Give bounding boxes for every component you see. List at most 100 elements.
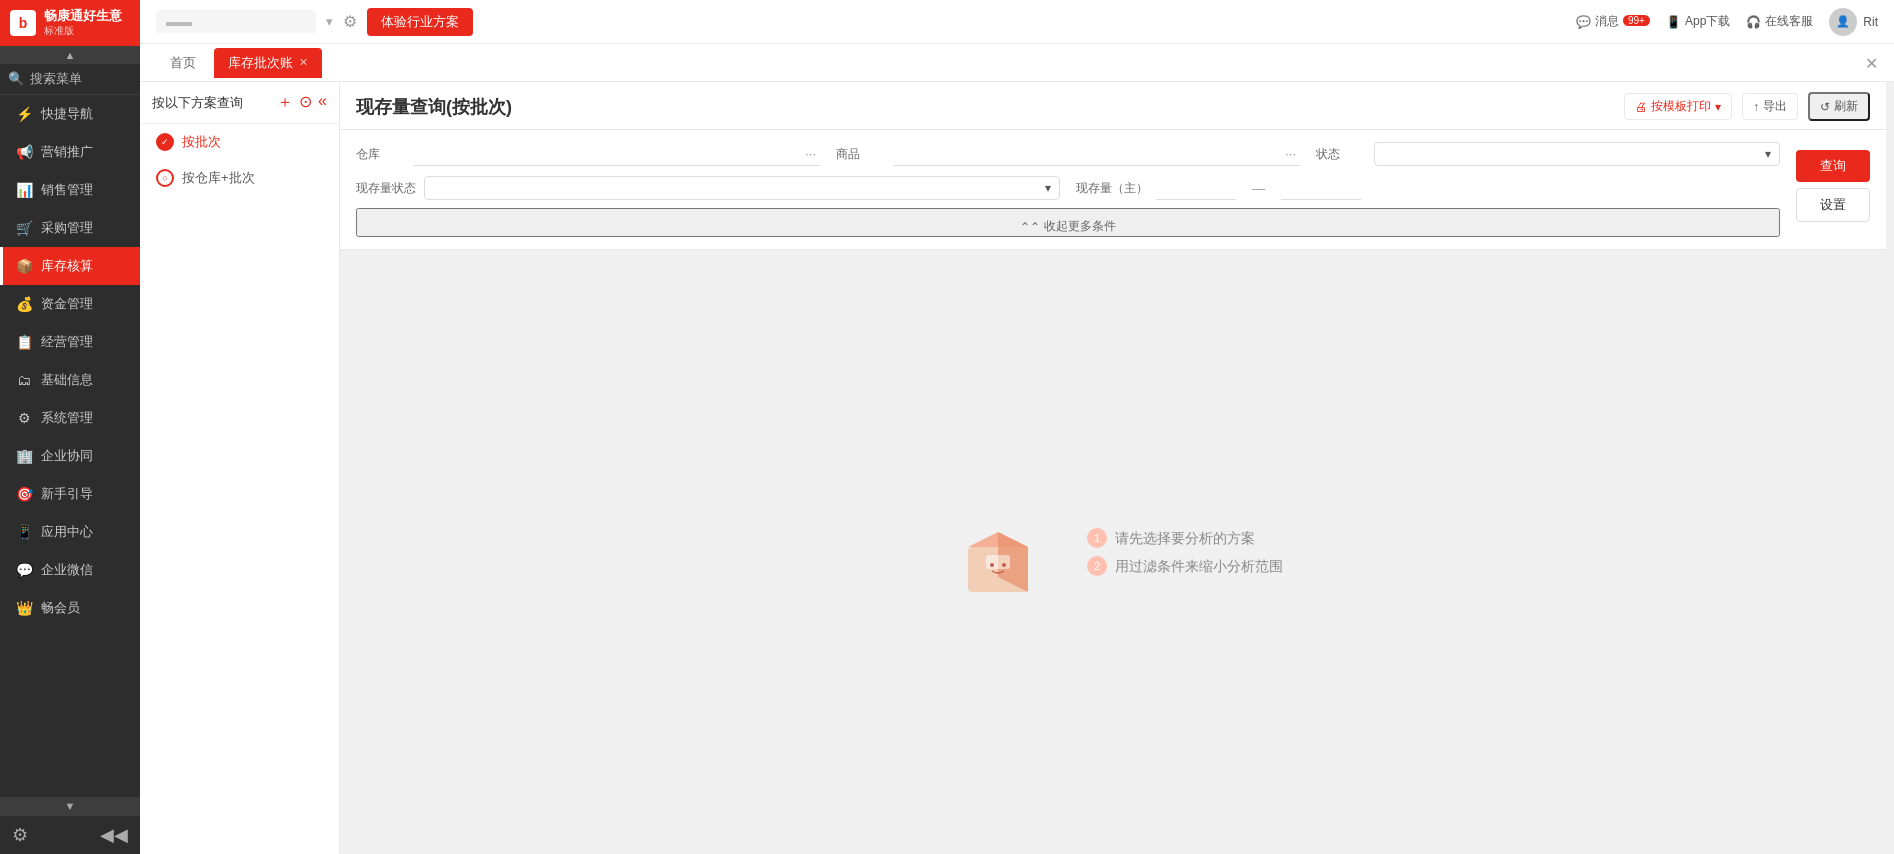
tab-close-icon[interactable]: ✕ <box>299 56 308 69</box>
sidebar-item-marketing[interactable]: 📢 营销推广 <box>0 133 140 171</box>
export-button[interactable]: ↑ 导出 <box>1742 93 1798 120</box>
inventory-status-label: 现存量状态 <box>356 180 416 197</box>
sidebar-item-label: 采购管理 <box>41 219 93 237</box>
sidebar-item-label: 新手引导 <box>41 485 93 503</box>
filter-header-actions: ＋ ⊙ « <box>277 92 327 113</box>
message-action[interactable]: 💬 消息 99+ <box>1576 13 1650 30</box>
message-label: 消息 <box>1595 13 1619 30</box>
app-logo: b <box>10 10 36 36</box>
company-name: 畅康通好生意 <box>44 8 122 24</box>
add-scheme-icon[interactable]: ＋ <box>277 92 293 113</box>
filter-scheme-batch[interactable]: ✓ 按批次 <box>140 124 339 160</box>
inventory-status-field: 现存量状态 ▾ <box>356 176 1060 200</box>
sidebar-item-newbie[interactable]: 🎯 新手引导 <box>0 475 140 513</box>
inventory-qty-max[interactable] <box>1281 177 1361 200</box>
message-icon: 💬 <box>1576 15 1591 29</box>
topbar-search-area[interactable]: ▬▬ <box>156 10 316 33</box>
svg-point-4 <box>990 563 994 567</box>
sidebar-item-purchase[interactable]: 🛒 采购管理 <box>0 209 140 247</box>
collapse-filter-icon[interactable]: « <box>318 92 327 113</box>
printer-icon: 🖨 <box>1635 100 1647 114</box>
warehouse-input[interactable] <box>414 143 801 165</box>
svg-point-5 <box>1002 563 1006 567</box>
settings-gear-icon[interactable]: ⚙ <box>12 824 28 846</box>
scheme-settings-icon[interactable]: ⊙ <box>299 92 312 113</box>
step-2-badge: 2 <box>1087 556 1107 576</box>
app-name-area: 畅康通好生意 标准版 <box>44 8 122 38</box>
app-download-action[interactable]: 📱 App下载 <box>1666 13 1730 30</box>
sidebar-item-sales[interactable]: 📊 销售管理 <box>0 171 140 209</box>
empty-illustration <box>943 492 1063 612</box>
content-header: 现存量查询(按批次) 🖨 按模板打印 ▾ ↑ 导出 ↺ 刷新 <box>340 82 1886 130</box>
tab-home[interactable]: 首页 <box>156 48 210 78</box>
empty-text: 1 请先选择要分析的方案 2 用过滤条件来缩小分析范围 <box>1087 524 1283 580</box>
topbar-chevron-icon[interactable]: ▾ <box>326 14 333 29</box>
inventory-qty-min[interactable] <box>1156 177 1236 200</box>
filter-row-2: 现存量状态 ▾ 现存量（主） — <box>356 176 1780 200</box>
product-more-icon[interactable]: ··· <box>1281 146 1300 161</box>
tab-home-label: 首页 <box>170 54 196 72</box>
sidebar-item-finance[interactable]: 💰 资金管理 <box>0 285 140 323</box>
filter-scheme-batch-label: 按批次 <box>182 133 221 151</box>
basic-icon: 🗂 <box>15 371 33 389</box>
sidebar-collapse-icon[interactable]: ◀◀ <box>100 824 128 846</box>
query-button[interactable]: 查询 <box>1796 150 1870 182</box>
refresh-button[interactable]: ↺ 刷新 <box>1808 92 1870 121</box>
collapse-button[interactable]: ⌃⌃ 收起更多条件 <box>356 208 1780 237</box>
sidebar-item-inventory[interactable]: 📦 库存核算 <box>0 247 140 285</box>
sidebar-scroll-down[interactable]: ▼ <box>0 797 140 815</box>
trial-button[interactable]: 体验行业方案 <box>367 8 473 36</box>
product-input[interactable] <box>894 143 1281 165</box>
finance-icon: 💰 <box>15 295 33 313</box>
sidebar-item-wechat[interactable]: 💬 企业微信 <box>0 551 140 589</box>
topbar-gear-icon[interactable]: ⚙ <box>343 12 357 31</box>
collapse-up-icon: ⌃⌃ <box>1020 220 1040 234</box>
sidebar-item-operations[interactable]: 📋 经营管理 <box>0 323 140 361</box>
page-close-icon[interactable]: ✕ <box>1865 53 1878 72</box>
sidebar-header: b 畅康通好生意 标准版 <box>0 0 140 46</box>
system-icon: ⚙ <box>15 409 33 427</box>
filter-title: 按以下方案查询 <box>152 94 243 112</box>
tab-inventory-batch[interactable]: 库存批次账 ✕ <box>214 48 322 78</box>
sidebar-item-basic[interactable]: 🗂 基础信息 <box>0 361 140 399</box>
svg-rect-3 <box>986 555 1010 569</box>
sidebar-item-system[interactable]: ⚙ 系统管理 <box>0 399 140 437</box>
warehouse-more-icon[interactable]: ··· <box>801 146 820 161</box>
sidebar-item-label: 快捷导航 <box>41 105 93 123</box>
sidebar-item-quick-nav[interactable]: ⚡ 快捷导航 <box>0 95 140 133</box>
search-menu-item[interactable]: 🔍 搜索菜单 <box>0 64 140 95</box>
sidebar-item-label: 营销推广 <box>41 143 93 161</box>
status-field: 状态 ▾ <box>1316 142 1780 166</box>
refresh-icon: ↺ <box>1820 100 1830 114</box>
product-input-area[interactable]: ··· <box>894 143 1300 166</box>
sidebar-item-apps[interactable]: 📱 应用中心 <box>0 513 140 551</box>
newbie-icon: 🎯 <box>15 485 33 503</box>
filter-scheme-warehouse-batch[interactable]: ○ 按仓库+批次 <box>140 160 339 196</box>
inventory-qty-field: 现存量（主） — <box>1076 177 1780 200</box>
avatar: 👤 <box>1829 8 1857 36</box>
scheme-dot-filled: ✓ <box>156 133 174 151</box>
sidebar-item-label: 企业微信 <box>41 561 93 579</box>
apps-icon: 📱 <box>15 523 33 541</box>
settings-button[interactable]: 设置 <box>1796 188 1870 222</box>
quick-nav-icon: ⚡ <box>15 105 33 123</box>
purchase-icon: 🛒 <box>15 219 33 237</box>
status-select[interactable]: ▾ <box>1374 142 1780 166</box>
sidebar-item-member[interactable]: 👑 畅会员 <box>0 589 140 627</box>
sidebar: b 畅康通好生意 标准版 ▲ 🔍 搜索菜单 ⚡ 快捷导航 📢 营销推广 📊 销售… <box>0 0 140 854</box>
online-service-action[interactable]: 🎧 在线客服 <box>1746 13 1813 30</box>
export-icon: ↑ <box>1753 100 1759 114</box>
warehouse-input-area[interactable]: ··· <box>414 143 820 166</box>
filter-row-1: 仓库 ··· 商品 ··· <box>356 142 1780 166</box>
operations-icon: 📋 <box>15 333 33 351</box>
sidebar-item-enterprise[interactable]: 🏢 企业协同 <box>0 437 140 475</box>
hint2-text: 用过滤条件来缩小分析范围 <box>1115 552 1283 580</box>
marketing-icon: 📢 <box>15 143 33 161</box>
filter-header: 按以下方案查询 ＋ ⊙ « <box>140 82 339 124</box>
content-area: 现存量查询(按批次) 🖨 按模板打印 ▾ ↑ 导出 ↺ 刷新 <box>340 82 1886 854</box>
template-print-button[interactable]: 🖨 按模板打印 ▾ <box>1624 93 1732 120</box>
sidebar-scroll-up[interactable]: ▲ <box>0 46 140 64</box>
inventory-status-select[interactable]: ▾ <box>424 176 1060 200</box>
online-service-label: 在线客服 <box>1765 13 1813 30</box>
user-area[interactable]: 👤 Rit <box>1829 8 1878 36</box>
